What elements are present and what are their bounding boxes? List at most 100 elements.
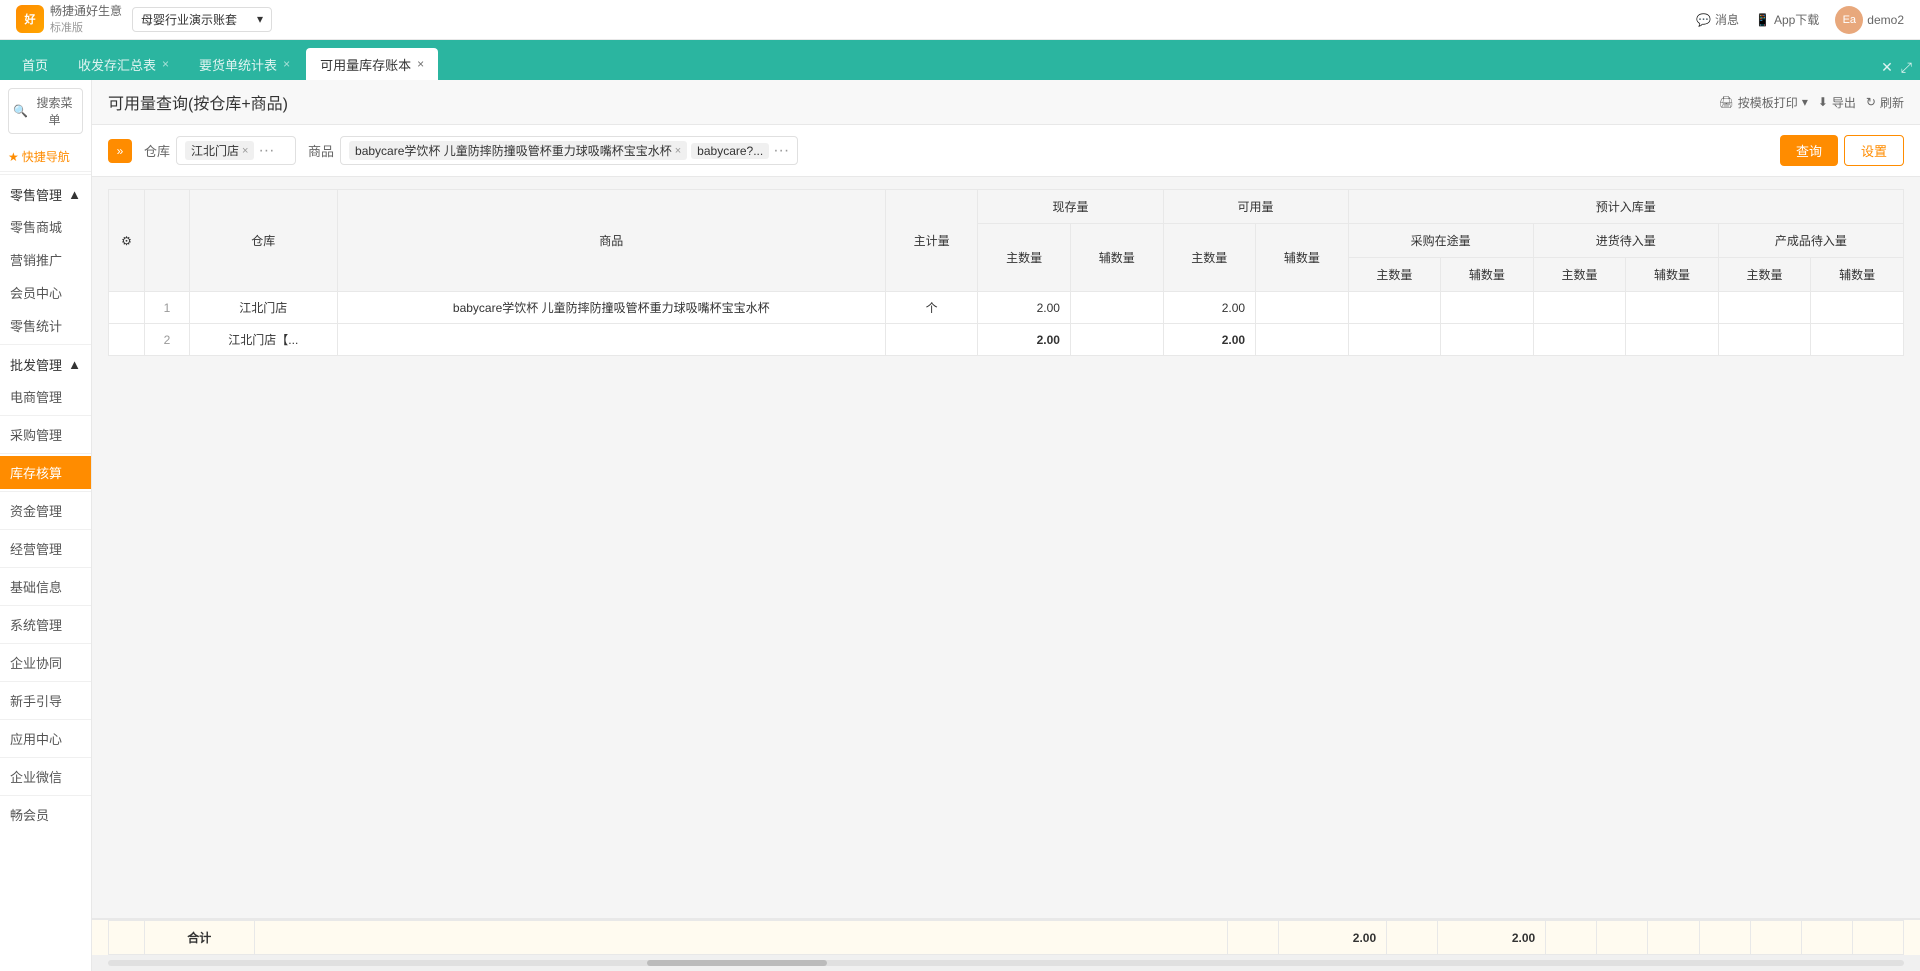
row2-production-aux — [1811, 324, 1904, 356]
row1-purchase-main — [1348, 292, 1441, 324]
sidebar-divider-10 — [0, 681, 91, 682]
table-available-col: 可用量 — [1163, 190, 1348, 224]
expand-filter-button[interactable]: » — [108, 139, 132, 163]
more-icon[interactable]: ··· — [258, 142, 274, 160]
app-name: 畅捷通好生意 — [50, 4, 122, 18]
tab-available[interactable]: 可用量库存账本 × — [306, 48, 438, 80]
horizontal-scrollbar[interactable] — [92, 955, 1920, 971]
sidebar-item-system[interactable]: 系统管理 — [0, 608, 91, 641]
tab-home-label: 首页 — [22, 55, 48, 74]
row2-avail-aux — [1256, 324, 1349, 356]
table-incoming-col: 预计入库量 — [1348, 190, 1903, 224]
remove-warehouse-icon[interactable]: × — [242, 145, 248, 157]
tab-receive[interactable]: 收发存汇总表 × — [64, 48, 183, 80]
table-container: ⚙ 仓库 商品 主计量 现存量 可用量 预计入库量 主数量 辅数量 主数量 辅数… — [92, 177, 1920, 918]
warehouse-label: 仓库 — [144, 141, 170, 160]
sidebar-item-member[interactable]: 会员中心 — [0, 276, 91, 309]
avatar: Ea — [1835, 6, 1863, 34]
setting-button[interactable]: 设置 — [1844, 135, 1904, 166]
tab-order[interactable]: 要货单统计表 × — [185, 48, 304, 80]
sidebar-item-inventory[interactable]: 库存核算 — [0, 456, 91, 489]
row1-unit: 个 — [885, 292, 978, 324]
message-label: 消息 — [1715, 11, 1739, 28]
row1-incoming-aux — [1626, 292, 1719, 324]
table-settings-col[interactable]: ⚙ — [109, 190, 145, 292]
page-title: 可用量查询(按仓库+商品) — [108, 90, 288, 114]
sidebar-item-changhui[interactable]: 畅会员 — [0, 798, 91, 831]
summary-avail-main: 2.00 — [1438, 921, 1546, 955]
scroll-thumb[interactable] — [647, 960, 827, 966]
warehouse-input[interactable]: 江北门店 × ··· — [176, 136, 296, 165]
app-sub: 标准版 — [50, 19, 122, 35]
row1-incoming-main — [1533, 292, 1626, 324]
template-print-button[interactable]: 🖨 按模板打印 ▾ — [1719, 94, 1808, 111]
industry-selector[interactable]: 母婴行业演示账套 ▾ — [132, 7, 272, 32]
row1-production-main — [1718, 292, 1811, 324]
row1-stock-aux — [1070, 292, 1163, 324]
row1-stock-main: 2.00 — [978, 292, 1071, 324]
logo-area: 好 畅捷通好生意 标准版 — [16, 4, 122, 34]
table-stock-aux-col: 辅数量 — [1070, 224, 1163, 292]
sidebar-item-marketing[interactable]: 营销推广 — [0, 243, 91, 276]
query-button[interactable]: 查询 — [1780, 135, 1838, 166]
sidebar-divider-3 — [0, 415, 91, 416]
sidebar-item-enterprise[interactable]: 企业协同 — [0, 646, 91, 679]
industry-label: 母婴行业演示账套 — [141, 11, 237, 28]
sidebar-item-retail-stats[interactable]: 零售统计 — [0, 309, 91, 342]
app-download-label: App下载 — [1774, 11, 1819, 28]
product-filter: 商品 babycare学饮杯 儿童防摔防撞吸管杯重力球吸嘴杯宝宝水杯 × bab… — [308, 136, 798, 165]
app-download-action[interactable]: 📱 App下载 — [1755, 11, 1819, 28]
sidebar-group-retail-title[interactable]: 零售管理 ▲ — [0, 177, 91, 210]
tab-order-label: 要货单统计表 — [199, 55, 277, 74]
filter-actions: 查询 设置 — [1780, 135, 1904, 166]
refresh-button[interactable]: ↻ 刷新 — [1866, 94, 1904, 111]
export-button[interactable]: ⬇ 导出 — [1818, 94, 1856, 111]
close-window-icon[interactable]: ✕ — [1881, 59, 1893, 76]
quick-nav-button[interactable]: ★ 快捷导航 — [0, 142, 91, 172]
sidebar-item-wechat[interactable]: 企业微信 — [0, 760, 91, 793]
user-profile[interactable]: Ea demo2 — [1835, 6, 1904, 34]
sidebar-item-ecommerce[interactable]: 电商管理 — [0, 380, 91, 413]
row1-product: babycare学饮杯 儿童防摔防撞吸管杯重力球吸嘴杯宝宝水杯 — [337, 292, 885, 324]
page-header: 可用量查询(按仓库+商品) 🖨 按模板打印 ▾ ⬇ 导出 ↻ 刷新 — [92, 80, 1920, 125]
row1-settings — [109, 292, 145, 324]
table-stock-col: 现存量 — [978, 190, 1163, 224]
sidebar-divider-13 — [0, 795, 91, 796]
nav-controls: ✕ ⤢ — [1881, 59, 1912, 80]
search-menu-button[interactable]: 🔍 搜索菜单 — [8, 88, 83, 134]
row2-product — [337, 324, 885, 356]
chevron-icon: ▲ — [68, 187, 81, 202]
col-incoming-aux: 辅数量 — [1626, 258, 1719, 292]
mobile-icon: 📱 — [1755, 13, 1770, 27]
row2-purchase-aux — [1441, 324, 1534, 356]
row1-avail-main: 2.00 — [1163, 292, 1256, 324]
col-production-main: 主数量 — [1718, 258, 1811, 292]
product-tag-2: babycare?... — [691, 143, 769, 159]
row2-warehouse: 江北门店【... — [189, 324, 337, 356]
close-icon[interactable]: × — [283, 58, 290, 70]
row1-purchase-aux — [1441, 292, 1534, 324]
sidebar-item-finance[interactable]: 资金管理 — [0, 494, 91, 527]
expand-icon[interactable]: ⤢ — [1901, 59, 1912, 76]
content-area: 可用量查询(按仓库+商品) 🖨 按模板打印 ▾ ⬇ 导出 ↻ 刷新 — [92, 80, 1920, 971]
sidebar-item-purchase[interactable]: 采购管理 — [0, 418, 91, 451]
scroll-track — [108, 960, 1904, 966]
product-input[interactable]: babycare学饮杯 儿童防摔防撞吸管杯重力球吸嘴杯宝宝水杯 × babyca… — [340, 136, 798, 165]
tab-home[interactable]: 首页 — [8, 48, 62, 80]
sidebar-item-newbie[interactable]: 新手引导 — [0, 684, 91, 717]
remove-product-1-icon[interactable]: × — [675, 145, 681, 157]
sidebar-group-wholesale-title[interactable]: 批发管理 ▲ — [0, 347, 91, 380]
close-icon[interactable]: × — [417, 58, 424, 70]
refresh-icon: ↻ — [1866, 95, 1876, 109]
col-production-aux: 辅数量 — [1811, 258, 1904, 292]
close-icon[interactable]: × — [162, 58, 169, 70]
sidebar-item-retail-mall[interactable]: 零售商城 — [0, 210, 91, 243]
message-action[interactable]: 💬 消息 — [1696, 11, 1739, 28]
sidebar-item-business[interactable]: 经营管理 — [0, 532, 91, 565]
sidebar-item-basic[interactable]: 基础信息 — [0, 570, 91, 603]
sidebar-item-app-center[interactable]: 应用中心 — [0, 722, 91, 755]
row1-production-aux — [1811, 292, 1904, 324]
more-icon[interactable]: ··· — [773, 142, 789, 160]
row2-unit — [885, 324, 978, 356]
col-incoming-main: 主数量 — [1533, 258, 1626, 292]
